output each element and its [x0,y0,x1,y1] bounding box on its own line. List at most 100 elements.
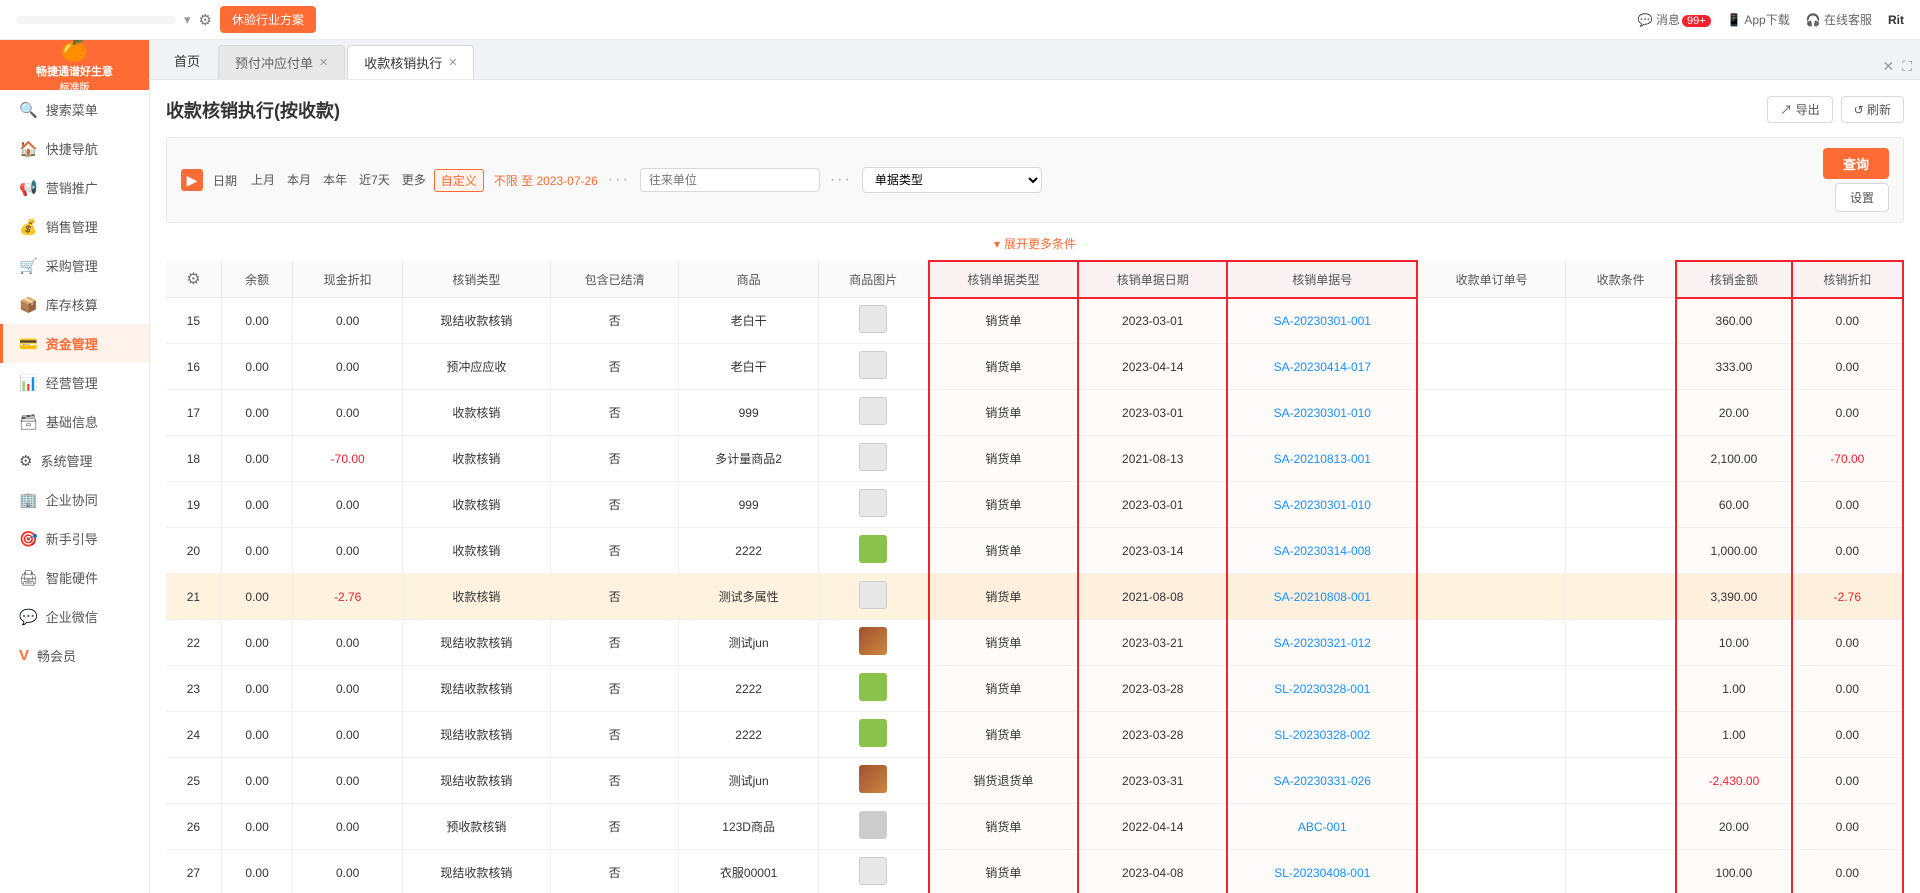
sidebar-item-guide[interactable]: 🎯 新手引导 [0,519,149,558]
app-download-link[interactable]: 📱 App下载 [1727,11,1790,28]
refresh-button[interactable]: ↺ 刷新 [1841,96,1904,123]
bill-no-link[interactable]: SA-20230301-001 [1274,314,1371,328]
cell-hs-bill-no[interactable]: SA-20210813-001 [1227,436,1417,482]
sidebar-item-purchase[interactable]: 🛒 采购管理 [0,246,149,285]
bill-no-link[interactable]: SL-20230408-001 [1274,866,1370,880]
cell-hs-bill-type: 销货单 [929,528,1078,574]
cell-receipt-condition [1566,712,1676,758]
bill-no-link[interactable]: SA-20230301-010 [1274,406,1371,420]
date-link-this-year[interactable]: 本年 [319,169,351,192]
sidebar-item-system[interactable]: ⚙ 系统管理 [0,441,149,480]
cell-include-settled: 否 [550,390,679,436]
cell-hs-bill-date: 2023-03-21 [1078,620,1227,666]
cell-hs-bill-no[interactable]: SL-20230328-002 [1227,712,1417,758]
date-custom-btn[interactable]: 自定义 [434,169,484,192]
cell-goods: 2222 [679,712,818,758]
cell-hs-bill-no[interactable]: SL-20230408-001 [1227,850,1417,893]
maximize-icon[interactable]: ⛶ [1902,58,1912,75]
cell-cancel-amount: 20.00 [1676,804,1792,850]
cell-goods: 2222 [679,528,818,574]
cell-goods: 测试jun [679,620,818,666]
online-service-link[interactable]: 🎧 在线客服 [1806,11,1872,28]
cell-balance: 0.00 [221,666,293,712]
sidebar-item-sales[interactable]: 💰 销售管理 [0,207,149,246]
message-icon[interactable]: 💬 消息99+ [1638,11,1711,28]
cell-hs-bill-no[interactable]: ABC-001 [1227,804,1417,850]
col-header-settings[interactable]: ⚙ [166,261,221,298]
cell-hs-bill-no[interactable]: SA-20230301-001 [1227,298,1417,344]
sidebar-item-member[interactable]: V 畅会员 [0,636,149,675]
sidebar-item-wechat[interactable]: 💬 企业微信 [0,597,149,636]
sidebar-item-basic[interactable]: 🗃 基础信息 [0,402,149,441]
bill-no-link[interactable]: SL-20230328-001 [1274,682,1370,696]
date-link-this-month[interactable]: 本月 [283,169,315,192]
cell-balance: 0.00 [221,390,293,436]
bill-no-link[interactable]: SL-20230328-002 [1274,728,1370,742]
tab-home[interactable]: 首页 [158,44,216,79]
sidebar-item-finance[interactable]: 💳 资金管理 [0,324,149,363]
bill-no-link[interactable]: ABC-001 [1298,820,1347,834]
cell-include-settled: 否 [550,666,679,712]
cell-hs-bill-no[interactable]: SA-20230301-010 [1227,482,1417,528]
cell-cancel-discount: 0.00 [1792,850,1903,893]
table-row: 20 0.00 0.00 收款核销 否 2222 销货单 2023-03-14 … [166,528,1903,574]
cell-goods: 测试多属性 [679,574,818,620]
sidebar-item-corp[interactable]: 🏢 企业协同 [0,480,149,519]
sidebar-item-hardware[interactable]: 🖨 智能硬件 [0,558,149,597]
expand-more-button[interactable]: ▾ 展开更多条件 [994,235,1076,252]
date-link-last-month[interactable]: 上月 [247,169,279,192]
sidebar-item-quicknav[interactable]: 🏠 快捷导航 [0,129,149,168]
tab-prepay[interactable]: 预付冲应付单 ✕ [218,45,345,79]
tab-prepay-close[interactable]: ✕ [319,56,328,69]
cell-hs-bill-no[interactable]: SA-20210808-001 [1227,574,1417,620]
tab-collection[interactable]: 收款核销执行 ✕ [347,45,474,79]
table-row: 17 0.00 0.00 收款核销 否 999 销货单 2023-03-01 S… [166,390,1903,436]
tab-bar: 首页 预付冲应付单 ✕ 收款核销执行 ✕ ✕ ⛶ [150,40,1920,80]
tab-collection-close[interactable]: ✕ [448,56,457,69]
bill-no-link[interactable]: SA-20230301-010 [1274,498,1371,512]
sidebar-item-operation[interactable]: 📊 经营管理 [0,363,149,402]
cell-hs-bill-no[interactable]: SL-20230328-001 [1227,666,1417,712]
filter-expand-btn[interactable]: ▶ [181,169,203,191]
bill-no-link[interactable]: SA-20230331-026 [1274,774,1371,788]
close-all-icon[interactable]: ✕ [1882,58,1894,75]
top-search-area[interactable] [16,16,176,24]
sidebar-item-marketing[interactable]: 📢 营销推广 [0,168,149,207]
cell-goods-img [818,390,928,436]
cell-hs-bill-type: 销货单 [929,344,1078,390]
user-name[interactable]: Rit [1888,13,1904,27]
cell-hs-bill-type: 销货单 [929,390,1078,436]
cell-hs-bill-date: 2021-08-13 [1078,436,1227,482]
industry-btn[interactable]: 休验行业方案 [220,6,316,33]
cell-hs-bill-no[interactable]: SA-20230314-008 [1227,528,1417,574]
gear-icon[interactable]: ⚙ [199,11,212,29]
bill-no-link[interactable]: SA-20230414-017 [1274,360,1371,374]
export-button[interactable]: ↗ 导出 [1767,96,1832,123]
page-title: 收款核销执行(按收款) [166,97,340,123]
table-settings-icon[interactable]: ⚙ [186,271,200,288]
bill-no-link[interactable]: SA-20230321-012 [1274,636,1371,650]
chevron-down-icon: ▾ [184,12,191,28]
cell-cancel-discount: 0.00 [1792,712,1903,758]
cell-hs-bill-date: 2022-04-14 [1078,804,1227,850]
unit-filter-input[interactable] [640,168,820,192]
bill-no-link[interactable]: SA-20210808-001 [1274,590,1371,604]
cell-receipt-order-no [1417,712,1566,758]
date-link-7days[interactable]: 近7天 [355,169,394,192]
sidebar-item-inventory[interactable]: 📦 库存核算 [0,285,149,324]
cell-hs-bill-no[interactable]: SA-20230331-026 [1227,758,1417,804]
cell-receipt-order-no [1417,528,1566,574]
bill-no-link[interactable]: SA-20210813-001 [1274,452,1371,466]
cell-hs-bill-no[interactable]: SA-20230301-010 [1227,390,1417,436]
setting-button[interactable]: 设置 [1835,183,1889,212]
cell-hs-bill-no[interactable]: SA-20230414-017 [1227,344,1417,390]
sidebar-item-search[interactable]: 🔍 搜索菜单 [0,90,149,129]
cell-hs-bill-no[interactable]: SA-20230321-012 [1227,620,1417,666]
sidebar: 🍊 畅捷通谱好生意 标准版 🔍 搜索菜单 🏠 快捷导航 📢 营销推广 💰 销售管… [0,40,150,893]
query-button[interactable]: 查询 [1823,148,1889,179]
bill-type-filter-select[interactable]: 单据类型 [862,167,1042,193]
expand-more-bar: ▾ 展开更多条件 [166,235,1904,252]
col-header-goods: 商品 [679,261,818,298]
date-link-more[interactable]: 更多 [398,169,430,192]
bill-no-link[interactable]: SA-20230314-008 [1274,544,1371,558]
